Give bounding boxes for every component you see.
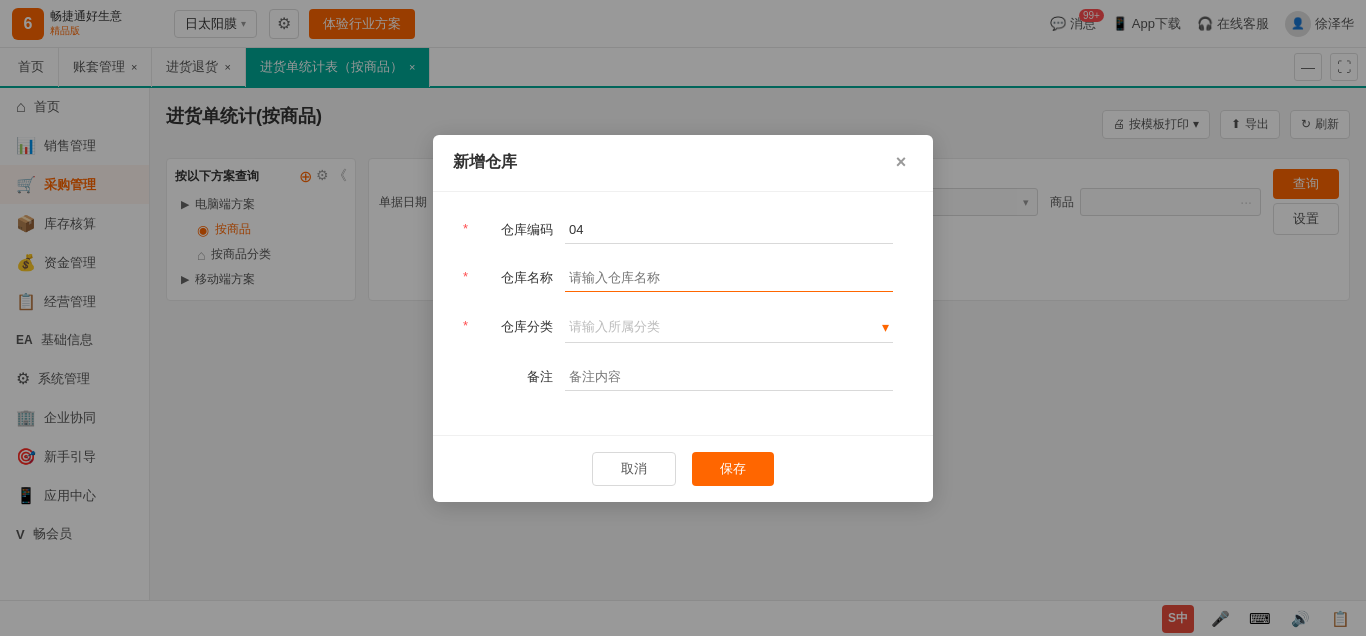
dialog-title: 新增仓库 bbox=[453, 152, 517, 173]
category-placeholder: 请输入所属分类 bbox=[569, 318, 660, 336]
new-warehouse-dialog: 新增仓库 × 仓库编码 仓库名称 仓库分类 请输入所属分类 ▾ bbox=[433, 135, 933, 502]
modal-overlay[interactable]: 新增仓库 × 仓库编码 仓库名称 仓库分类 请输入所属分类 ▾ bbox=[0, 0, 1366, 636]
category-dropdown-icon: ▾ bbox=[882, 319, 889, 335]
remark-input[interactable] bbox=[565, 363, 893, 391]
category-label: 仓库分类 bbox=[473, 318, 553, 336]
form-row-name: 仓库名称 bbox=[473, 264, 893, 292]
form-row-code: 仓库编码 bbox=[473, 216, 893, 244]
category-select[interactable]: 请输入所属分类 ▾ bbox=[565, 312, 893, 343]
name-label: 仓库名称 bbox=[473, 269, 553, 287]
form-row-category: 仓库分类 请输入所属分类 ▾ bbox=[473, 312, 893, 343]
name-input[interactable] bbox=[565, 264, 893, 292]
dialog-footer: 取消 保存 bbox=[433, 435, 933, 502]
dialog-close-button[interactable]: × bbox=[889, 151, 913, 175]
form-row-remark: 备注 bbox=[473, 363, 893, 391]
save-button[interactable]: 保存 bbox=[692, 452, 774, 486]
code-input[interactable] bbox=[565, 216, 893, 244]
dialog-body: 仓库编码 仓库名称 仓库分类 请输入所属分类 ▾ 备注 bbox=[433, 192, 933, 435]
remark-label: 备注 bbox=[473, 368, 553, 386]
code-label: 仓库编码 bbox=[473, 221, 553, 239]
dialog-header: 新增仓库 × bbox=[433, 135, 933, 192]
cancel-button[interactable]: 取消 bbox=[592, 452, 676, 486]
